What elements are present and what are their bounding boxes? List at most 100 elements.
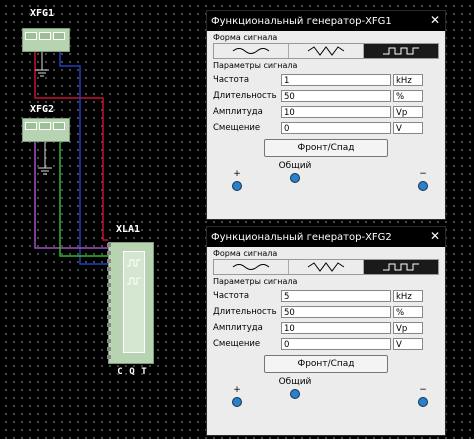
sine-wave-button[interactable] [214,44,289,58]
la-pin [107,243,111,247]
xla1-instrument[interactable]: C Q T [107,242,154,377]
param-label: Смещение [213,338,261,349]
waveform-selector [213,43,439,59]
rise-fall-button[interactable]: Фронт/Спад [264,139,388,157]
params-section-label: Параметры сигнала [213,277,298,286]
close-icon[interactable]: ✕ [430,228,440,244]
ground-icon [35,69,49,77]
param-row-offset: Смещение 0 V [213,120,439,135]
xfg1-plus-terminal-icon [25,32,37,40]
xfg2-plus-terminal-icon [25,122,37,130]
ground-icon [38,167,52,175]
generator-window-xfg1: Функциональный генератор-XFG1 ✕ Форма си… [206,10,446,220]
minus-terminal-icon [418,181,428,191]
param-row-offset: Смещение 0 V [213,336,439,351]
amplitude-unit-select[interactable]: Vp [393,105,423,118]
param-label: Длительность [213,90,277,101]
common-terminal[interactable]: Общий [275,161,315,183]
param-row-amplitude: Амплитуда 10 Vp [213,104,439,119]
offset-unit-select[interactable]: V [393,337,423,350]
xfg2-common-terminal-icon [39,122,51,130]
offset-unit-select[interactable]: V [393,121,423,134]
plus-label: + [233,169,241,179]
plus-terminal[interactable]: + [217,385,257,407]
duty-cycle-input[interactable]: 50 [281,89,391,102]
common-terminal[interactable]: Общий [275,377,315,399]
square-wave-button[interactable] [364,260,438,274]
waveform-selector [213,259,439,275]
minus-terminal-icon [418,397,428,407]
minus-terminal[interactable]: − [403,385,443,407]
frequency-input[interactable]: 1 [281,73,391,86]
triangle-wave-button[interactable] [289,260,364,274]
la-pin [107,251,111,255]
waveform-section-label: Форма сигнала [213,33,278,42]
sine-wave-icon [232,264,270,270]
xfg1-instrument[interactable] [22,28,70,52]
la-pin [107,283,111,287]
square-wave-icon [383,47,419,55]
common-label: Общий [278,377,312,387]
param-row-amplitude: Амплитуда 10 Vp [213,320,439,335]
frequency-unit-select[interactable]: kHz [393,73,423,86]
triangle-wave-button[interactable] [289,44,364,58]
la-pin [107,323,111,327]
xla1-clock-label: C [117,367,123,377]
la-pin [107,299,111,303]
xfg1-common-terminal-icon [39,32,51,40]
common-label: Общий [278,161,312,171]
amplitude-unit-select[interactable]: Vp [393,321,423,334]
params-section-label: Параметры сигнала [213,61,298,70]
param-row-duty: Длительность 50 % [213,88,439,103]
sine-wave-icon [232,48,270,54]
offset-input[interactable]: 0 [281,121,391,134]
plus-terminal[interactable]: + [217,169,257,191]
duty-cycle-input[interactable]: 50 [281,305,391,318]
frequency-input[interactable]: 5 [281,289,391,302]
common-terminal-icon [290,389,300,399]
square-wave-button[interactable] [364,44,438,58]
la-pin [107,355,111,359]
xfg1-label: XFG1 [30,8,55,19]
la-pin [107,291,111,295]
frequency-unit-select[interactable]: kHz [393,289,423,302]
output-terminals: + Общий − [211,377,441,415]
plus-label: + [233,385,241,395]
close-icon[interactable]: ✕ [430,12,440,28]
amplitude-input[interactable]: 10 [281,321,391,334]
window-titlebar[interactable]: Функциональный генератор-XFG1 ✕ [207,11,445,31]
param-label: Длительность [213,306,277,317]
amplitude-input[interactable]: 10 [281,105,391,118]
generator-window-xfg2: Функциональный генератор-XFG2 ✕ Форма си… [206,226,446,436]
duty-cycle-unit[interactable]: % [393,305,423,318]
la-pin [107,259,111,263]
rise-fall-button[interactable]: Фронт/Спад [264,355,388,373]
xfg1-minus-terminal-icon [53,32,65,40]
la-pin [107,275,111,279]
param-row-frequency: Частота 1 kHz [213,72,439,87]
la-pin [107,315,111,319]
duty-cycle-unit[interactable]: % [393,89,423,102]
window-title: Функциональный генератор-XFG2 [211,231,392,243]
wire-xfg1-blue [59,50,108,265]
window-title: Функциональный генератор-XFG1 [211,15,392,27]
minus-terminal[interactable]: − [403,169,443,191]
xla1-label: XLA1 [116,224,141,235]
la-pin [107,331,111,335]
waveform-section-label: Форма сигнала [213,249,278,258]
window-titlebar[interactable]: Функциональный генератор-XFG2 ✕ [207,227,445,247]
param-row-frequency: Частота 5 kHz [213,288,439,303]
triangle-wave-icon [307,46,345,56]
wire-xfg1-red [34,50,108,241]
sine-wave-button[interactable] [214,260,289,274]
triangle-wave-icon [307,262,345,272]
la-pin [107,347,111,351]
param-label: Амплитуда [213,322,263,333]
param-label: Частота [213,290,250,301]
xla1-qualifier-label: Q [129,367,135,377]
xfg2-instrument[interactable] [22,118,70,142]
param-row-duty: Длительность 50 % [213,304,439,319]
offset-input[interactable]: 0 [281,337,391,350]
square-wave-icon [383,263,419,271]
param-label: Смещение [213,122,261,133]
